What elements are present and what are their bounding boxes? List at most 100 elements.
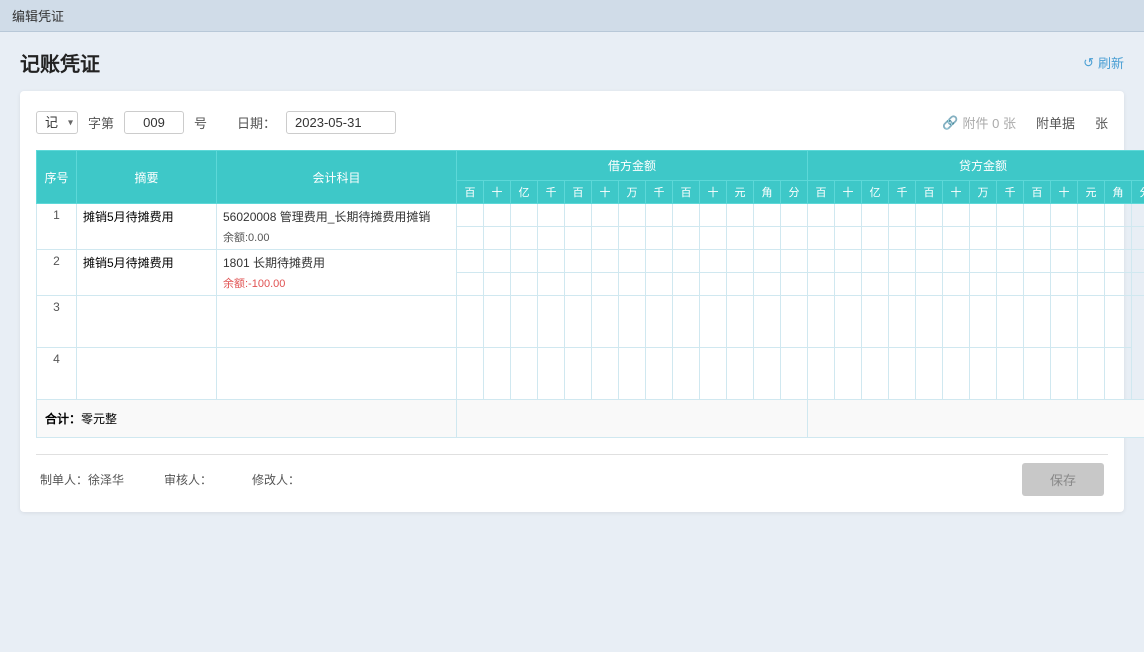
r1b-c8[interactable] bbox=[997, 227, 1024, 250]
th-c-wan: 万 bbox=[970, 181, 997, 204]
th-seq: 序号 bbox=[37, 151, 77, 204]
r1b-c10[interactable] bbox=[1051, 227, 1078, 250]
r1b-d10[interactable] bbox=[700, 227, 727, 250]
r1d12[interactable] bbox=[754, 204, 781, 227]
r1b-c11[interactable] bbox=[1078, 227, 1105, 250]
row2-subject[interactable]: 1801 长期待摊费用 余额:-100.00 bbox=[217, 250, 457, 296]
th-d-fen: 分 bbox=[781, 181, 808, 204]
r1c10[interactable] bbox=[1051, 204, 1078, 227]
r1d6[interactable] bbox=[592, 204, 619, 227]
th-d-qian: 千 bbox=[646, 181, 673, 204]
total-row: 合计：零元整 bbox=[37, 400, 1144, 438]
r1c12[interactable] bbox=[1105, 204, 1132, 227]
creator-name: 徐泽华 bbox=[88, 473, 124, 487]
r1b-c3[interactable] bbox=[862, 227, 889, 250]
th-c-fen: 分 bbox=[1132, 181, 1144, 204]
row1-subject-code: 56020008 管理费用_长期待摊费用摊销 bbox=[223, 208, 450, 225]
type-select[interactable]: 记 bbox=[36, 111, 78, 134]
r1c2[interactable] bbox=[835, 204, 862, 227]
row4-summary[interactable] bbox=[77, 348, 217, 400]
page-title: 记账凭证 bbox=[20, 48, 100, 77]
refresh-button[interactable]: ↺ 刷新 bbox=[1083, 53, 1124, 72]
table-row-4: 4 bbox=[37, 348, 1144, 400]
modifier-label: 修改人： bbox=[252, 473, 300, 487]
r1d5[interactable] bbox=[565, 204, 592, 227]
row3-seq: 3 bbox=[37, 296, 77, 348]
th-c-qian1: 千 bbox=[889, 181, 916, 204]
r1c11[interactable] bbox=[1078, 204, 1105, 227]
r1b-c13[interactable] bbox=[1132, 227, 1144, 250]
voucher-table-body: 1 摊销5月待摊费用 56020008 管理费用_长期待摊费用摊销 余额:0.0… bbox=[37, 204, 1144, 438]
single-doc-button[interactable]: 附单据 bbox=[1036, 113, 1075, 132]
r1b-d11[interactable] bbox=[727, 227, 754, 250]
r1b-d7[interactable] bbox=[619, 227, 646, 250]
r1c5[interactable] bbox=[916, 204, 943, 227]
th-d-qian1: 千 bbox=[538, 181, 565, 204]
th-d-bai2: 百 bbox=[457, 181, 484, 204]
row1-subject[interactable]: 56020008 管理费用_长期待摊费用摊销 余额:0.00 bbox=[217, 204, 457, 250]
row4-subject[interactable] bbox=[217, 348, 457, 400]
type-select-wrapper[interactable]: 记 bbox=[36, 111, 78, 134]
r1b-d8[interactable] bbox=[646, 227, 673, 250]
row3-summary[interactable] bbox=[77, 296, 217, 348]
r1b-c6[interactable] bbox=[943, 227, 970, 250]
th-d-jiao: 角 bbox=[754, 181, 781, 204]
r1d13[interactable] bbox=[781, 204, 808, 227]
save-button[interactable]: 保存 bbox=[1022, 463, 1104, 496]
voucher-number-input[interactable] bbox=[124, 111, 184, 134]
attachment-link[interactable]: 🔗 附件 0 张 bbox=[942, 113, 1016, 132]
th-credit: 贷方金额 bbox=[808, 151, 1144, 181]
r1d9[interactable] bbox=[673, 204, 700, 227]
th-c-yi: 亿 bbox=[862, 181, 889, 204]
r1b-c5[interactable] bbox=[916, 227, 943, 250]
table-row-3: 3 bbox=[37, 296, 1144, 348]
r1b-d1[interactable] bbox=[457, 227, 484, 250]
th-c-bai1: 百 bbox=[916, 181, 943, 204]
r1b-c4[interactable] bbox=[889, 227, 916, 250]
row2-summary[interactable]: 摊销5月待摊费用 bbox=[77, 250, 217, 296]
r1c13[interactable] bbox=[1132, 204, 1144, 227]
r1b-c9[interactable] bbox=[1024, 227, 1051, 250]
r1d11[interactable] bbox=[727, 204, 754, 227]
th-d-shi1: 十 bbox=[592, 181, 619, 204]
r1c4[interactable] bbox=[889, 204, 916, 227]
date-input[interactable] bbox=[286, 111, 396, 134]
main-container: 记账凭证 ↺ 刷新 记 字第 号 日期： 🔗 附件 bbox=[0, 32, 1144, 652]
r1b-d5[interactable] bbox=[565, 227, 592, 250]
r1b-d2[interactable] bbox=[484, 227, 511, 250]
r1c8[interactable] bbox=[997, 204, 1024, 227]
r1d10[interactable] bbox=[700, 204, 727, 227]
r1b-d12[interactable] bbox=[754, 227, 781, 250]
r1c9[interactable] bbox=[1024, 204, 1051, 227]
r1b-d13[interactable] bbox=[781, 227, 808, 250]
r1b-d4[interactable] bbox=[538, 227, 565, 250]
r1b-c7[interactable] bbox=[970, 227, 997, 250]
r1c1[interactable] bbox=[808, 204, 835, 227]
r1d3[interactable] bbox=[511, 204, 538, 227]
r1b-d3[interactable] bbox=[511, 227, 538, 250]
r1d4[interactable] bbox=[538, 204, 565, 227]
refresh-icon: ↺ bbox=[1083, 55, 1094, 71]
th-subject: 会计科目 bbox=[217, 151, 457, 204]
paperclip-icon: 🔗 bbox=[942, 115, 958, 131]
attachment-label: 附件 0 张 bbox=[963, 113, 1016, 132]
r1d2[interactable] bbox=[484, 204, 511, 227]
r1b-d6[interactable] bbox=[592, 227, 619, 250]
r1c3[interactable] bbox=[862, 204, 889, 227]
r1d7[interactable] bbox=[619, 204, 646, 227]
row3-subject[interactable] bbox=[217, 296, 457, 348]
r1c7[interactable] bbox=[970, 204, 997, 227]
creator-label: 制单人： bbox=[40, 473, 88, 487]
row1-summary[interactable]: 摊销5月待摊费用 bbox=[77, 204, 217, 250]
th-c-shi1: 十 bbox=[943, 181, 970, 204]
total-cell: 合计：零元整 bbox=[37, 400, 457, 438]
r1d8[interactable] bbox=[646, 204, 673, 227]
r1d1[interactable] bbox=[457, 204, 484, 227]
th-d-bai1: 百 bbox=[565, 181, 592, 204]
r1b-d9[interactable] bbox=[673, 227, 700, 250]
r1b-c1[interactable] bbox=[808, 227, 835, 250]
r1c6[interactable] bbox=[943, 204, 970, 227]
r1b-c12[interactable] bbox=[1105, 227, 1132, 250]
th-d-yi: 亿 bbox=[511, 181, 538, 204]
r1b-c2[interactable] bbox=[835, 227, 862, 250]
